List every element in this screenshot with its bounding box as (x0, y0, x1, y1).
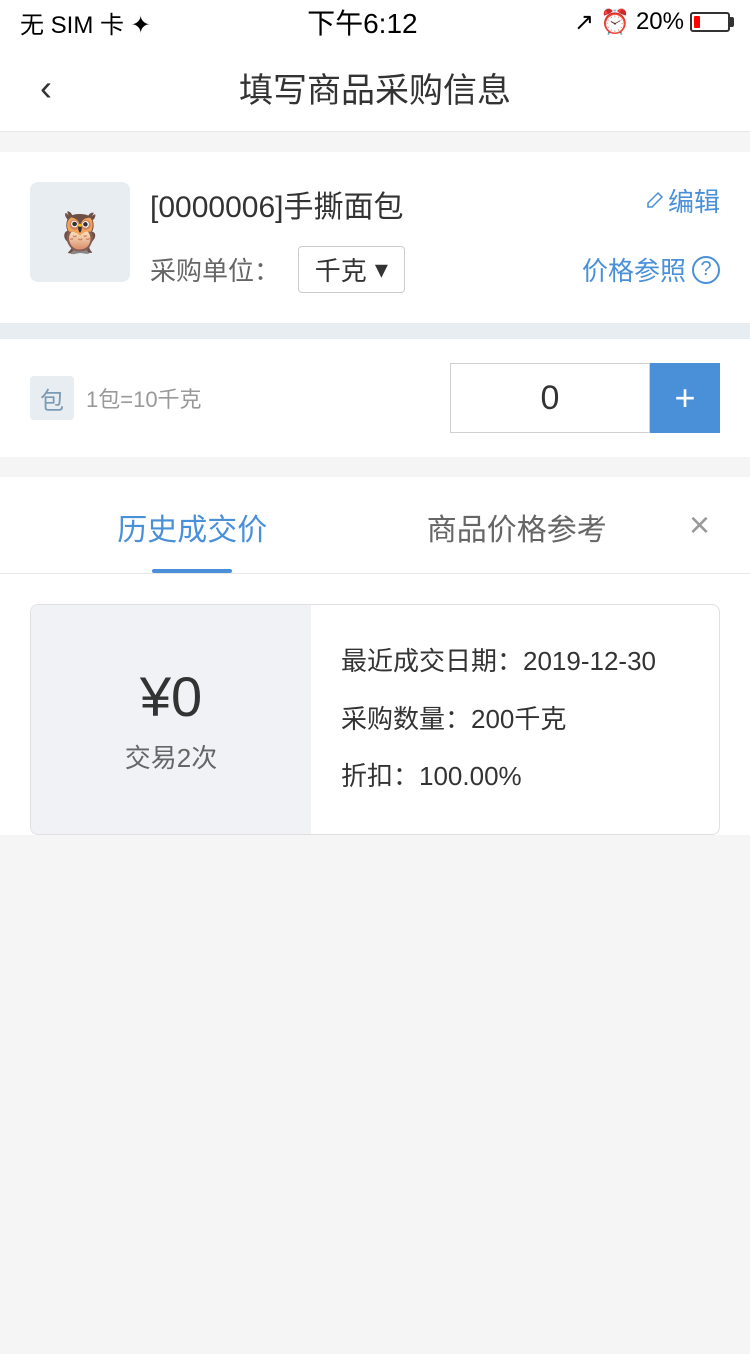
unit-select[interactable]: 千克 ▾ (298, 246, 405, 293)
transaction-count: 交易2次 (125, 738, 217, 775)
nav-bar: ‹ 填写商品采购信息 (0, 44, 750, 132)
edit-icon (644, 191, 664, 211)
section-divider (0, 323, 750, 339)
tab-product-price[interactable]: 商品价格参考 (354, 477, 678, 573)
price-reference-button[interactable]: 价格参照 ? (582, 251, 720, 288)
product-name: [0000006]手撕面包 (150, 182, 403, 226)
transaction-discount-label: 折扣： (341, 761, 419, 791)
page-title: 填写商品采购信息 (239, 63, 511, 112)
edit-button[interactable]: 编辑 (644, 182, 720, 219)
alarm-icon: ⏰ (600, 8, 630, 37)
transaction-left: ¥0 交易2次 (31, 605, 311, 834)
unit-value: 千克 (315, 251, 367, 288)
tab-history-price[interactable]: 历史成交价 (30, 477, 354, 573)
transaction-discount: 折扣：100.00% (341, 756, 689, 798)
status-right: ↗ ⏰ 20% (574, 8, 730, 37)
product-unit-row: 采购单位： 千克 ▾ 价格参照 ? (150, 246, 720, 293)
quantity-unit-text: 包 (40, 381, 64, 416)
page-body: 🦉 [0000006]手撕面包 编辑 采购单位： 千克 ▾ (0, 152, 750, 1354)
transaction-date: 最近成交日期：2019-12-30 (341, 641, 689, 683)
unit-section: 采购单位： 千克 ▾ (150, 246, 405, 293)
tab-header: 历史成交价 商品价格参考 × (0, 477, 750, 574)
quantity-label: 包 1包=10千克 (30, 376, 202, 420)
product-section: 🦉 [0000006]手撕面包 编辑 采购单位： 千克 ▾ (0, 152, 750, 323)
quantity-section: 包 1包=10千克 + (0, 339, 750, 457)
transaction-quantity: 采购数量：200千克 (341, 699, 689, 741)
transaction-card: ¥0 交易2次 最近成交日期：2019-12-30 采购数量：200千克 折扣：… (30, 604, 720, 835)
direction-icon: ↗ (574, 8, 594, 37)
status-time: 下午6:12 (307, 2, 418, 42)
transaction-date-value: 2019-12-30 (523, 646, 656, 676)
transaction-date-label: 最近成交日期： (341, 646, 523, 676)
quantity-add-button[interactable]: + (650, 363, 720, 433)
tab-section: 历史成交价 商品价格参考 × ¥0 交易2次 最近成交日期：2019-12-30… (0, 477, 750, 835)
status-left: 无 SIM 卡 ✦ (20, 5, 151, 40)
transaction-quantity-label: 采购数量： (341, 704, 471, 734)
dropdown-icon: ▾ (375, 254, 388, 285)
unit-label: 采购单位： (150, 256, 280, 286)
product-logo-icon: 🦉 (55, 209, 105, 256)
transaction-quantity-value: 200千克 (471, 704, 566, 734)
battery-icon (690, 12, 730, 32)
quantity-input[interactable] (450, 363, 650, 433)
quantity-conversion: 1包=10千克 (86, 382, 202, 414)
battery-fill (694, 16, 700, 28)
product-header: [0000006]手撕面包 编辑 (150, 182, 720, 226)
tab-history-price-label: 历史成交价 (117, 514, 267, 547)
tab-close-button[interactable]: × (679, 494, 720, 556)
transaction-right: 最近成交日期：2019-12-30 采购数量：200千克 折扣：100.00% (311, 605, 719, 834)
price-ref-label: 价格参照 (582, 251, 686, 288)
transaction-price: ¥0 (140, 663, 202, 730)
tab-product-price-label: 商品价格参考 (427, 514, 607, 547)
back-button[interactable]: ‹ (30, 57, 62, 119)
product-logo: 🦉 (30, 182, 130, 282)
price-ref-icon: ? (692, 256, 720, 284)
quantity-input-row: + (450, 363, 720, 433)
product-details: [0000006]手撕面包 编辑 采购单位： 千克 ▾ 价格 (150, 182, 720, 293)
status-bar: 无 SIM 卡 ✦ 下午6:12 ↗ ⏰ 20% (0, 0, 750, 44)
sim-status: 无 SIM 卡 ✦ (20, 5, 151, 40)
quantity-unit-icon: 包 (30, 376, 74, 420)
transaction-discount-value: 100.00% (419, 761, 522, 791)
battery-percent: 20% (636, 8, 684, 36)
